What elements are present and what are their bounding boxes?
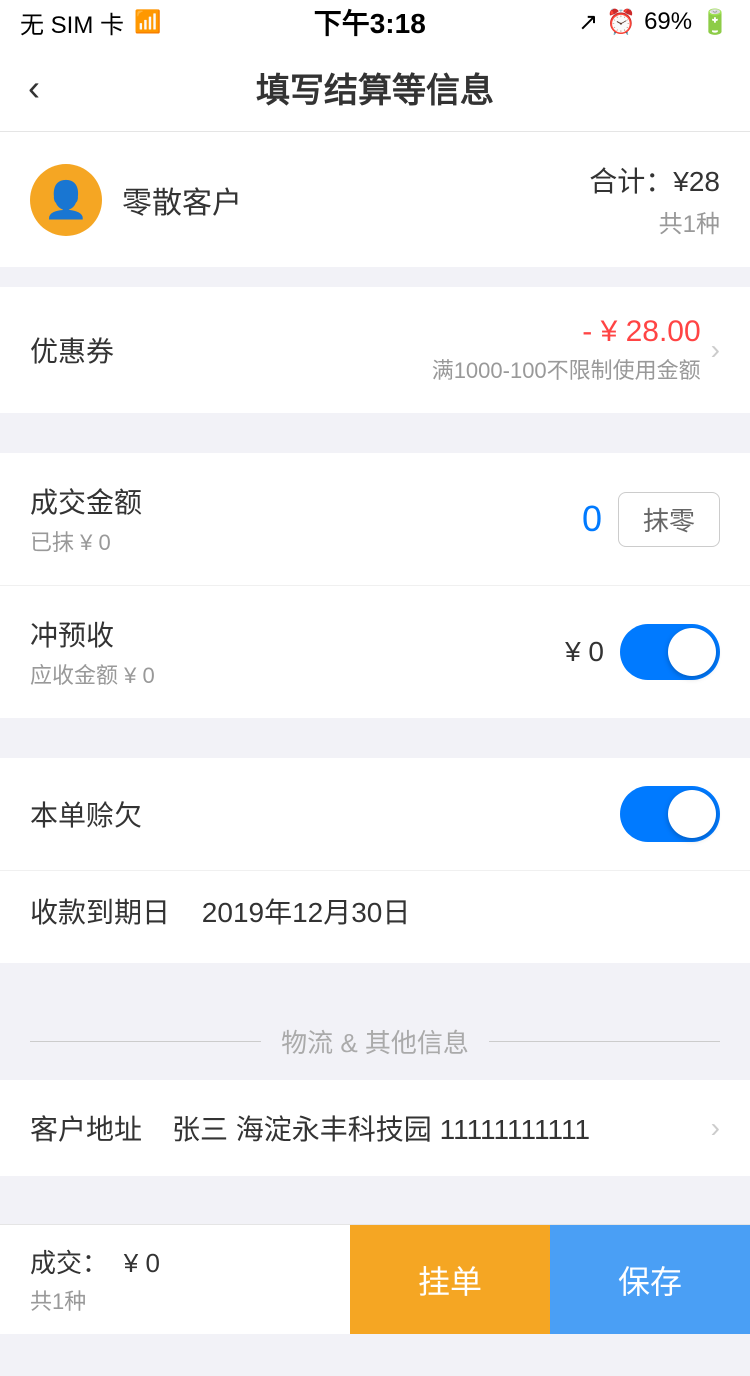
alarm-icon: ⏰ <box>606 8 636 37</box>
address-row[interactable]: 客户地址 张三 海淀永丰科技园 11111111111 › <box>0 1080 750 1176</box>
customer-count: 共1种 <box>589 204 720 239</box>
page-title: 填写结算等信息 <box>256 63 494 112</box>
chevron-right-icon: › <box>711 334 720 366</box>
round-off-button[interactable]: 抹零 <box>618 492 720 547</box>
bottom-deal-label: 成交： <box>30 1248 108 1278</box>
status-right: ↗ ⏰ 69% 🔋 <box>578 8 730 37</box>
already-rounded-label: 已抹 ¥ 0 <box>30 525 150 557</box>
carrier-label: 无 SIM 卡 <box>20 5 124 40</box>
predeposit-value: ¥ 0 <box>565 636 604 668</box>
bottom-bar: 成交： ¥ 0 共1种 挂单 保存 <box>0 1224 750 1334</box>
address-value: 张三 海淀永丰科技园 11111111111 <box>172 1108 681 1148</box>
battery-icon: 🔋 <box>700 8 730 37</box>
back-button[interactable]: ‹ <box>28 67 40 109</box>
address-chevron-icon: › <box>711 1112 720 1144</box>
bottom-deal-value: ¥ 0 <box>124 1248 160 1278</box>
avatar-icon: 👤 <box>44 179 89 221</box>
transaction-amount-label: 成交金额 <box>30 481 150 521</box>
predeposit-right: ¥ 0 <box>565 624 720 680</box>
time-label: 下午3:18 <box>314 2 426 42</box>
customer-row: 👤 零散客户 合计：¥28 共1种 <box>0 132 750 267</box>
due-date-row: 收款到期日 2019年12月30日 <box>0 870 750 963</box>
customer-total-area: 合计：¥28 共1种 <box>589 160 720 239</box>
separator-3 <box>0 983 750 1003</box>
divider-line-right <box>489 1041 720 1042</box>
divider-line-left <box>30 1041 261 1042</box>
debt-toggle[interactable] <box>620 786 720 842</box>
transaction-amount-row: 成交金额 已抹 ¥ 0 0 抹零 <box>0 453 750 586</box>
avatar: 👤 <box>30 164 102 236</box>
predeposit-label-col: 冲预收 应收金额 ¥ 0 <box>30 614 155 690</box>
predeposit-label: 冲预收 <box>30 614 155 654</box>
coupon-right: - ¥ 28.00 满1000-100不限制使用金额 › <box>432 315 720 385</box>
receivable-label: 应收金额 ¥ 0 <box>30 658 155 690</box>
address-label: 客户地址 <box>30 1108 142 1148</box>
predeposit-value-col: ¥ 0 <box>565 636 604 668</box>
bottom-info: 成交： ¥ 0 共1种 <box>0 1243 350 1316</box>
transaction-amount-value[interactable]: 0 <box>542 498 602 540</box>
status-bar: 无 SIM 卡 📶 下午3:18 ↗ ⏰ 69% 🔋 <box>0 0 750 44</box>
bottom-buttons: 挂单 保存 <box>350 1225 750 1334</box>
due-date-value: 2019年12月30日 <box>202 897 411 928</box>
bottom-count: 共1种 <box>30 1284 320 1316</box>
debt-label: 本单赊欠 <box>30 794 142 834</box>
toggle-knob <box>668 628 716 676</box>
bottom-deal-row: 成交： ¥ 0 <box>30 1243 320 1280</box>
coupon-value-col: - ¥ 28.00 满1000-100不限制使用金额 <box>432 315 701 385</box>
separator-2 <box>0 738 750 758</box>
coupon-amount: - ¥ 28.00 <box>432 315 701 349</box>
location-icon: ↗ <box>578 8 598 37</box>
nav-bar: ‹ 填写结算等信息 <box>0 44 750 132</box>
coupon-section[interactable]: 优惠券 - ¥ 28.00 满1000-100不限制使用金额 › <box>0 287 750 413</box>
debt-row: 本单赊欠 <box>0 758 750 870</box>
coupon-description: 满1000-100不限制使用金额 <box>432 353 701 385</box>
predeposit-toggle[interactable] <box>620 624 720 680</box>
customer-total: 合计：¥28 <box>589 160 720 200</box>
debt-section: 本单赊欠 收款到期日 2019年12月30日 <box>0 758 750 963</box>
transaction-amount-label-col: 成交金额 已抹 ¥ 0 <box>30 481 150 557</box>
coupon-label: 优惠券 <box>30 330 114 370</box>
separator-1 <box>0 433 750 453</box>
customer-info: 👤 零散客户 <box>30 164 242 236</box>
customer-name: 零散客户 <box>122 178 242 222</box>
save-button[interactable]: 保存 <box>550 1225 750 1334</box>
logistics-label: 物流 & 其他信息 <box>281 1023 469 1060</box>
due-date-label: 收款到期日 <box>30 897 170 928</box>
battery-label: 69% <box>644 8 692 36</box>
hold-button[interactable]: 挂单 <box>350 1225 550 1334</box>
debt-toggle-knob <box>668 790 716 838</box>
logistics-divider: 物流 & 其他信息 <box>0 1003 750 1080</box>
predeposit-row: 冲预收 应收金额 ¥ 0 ¥ 0 <box>0 586 750 718</box>
status-left: 无 SIM 卡 📶 <box>20 5 161 40</box>
wifi-icon: 📶 <box>134 9 161 35</box>
amount-input-area: 0 抹零 <box>542 492 720 547</box>
transaction-section: 成交金额 已抹 ¥ 0 0 抹零 冲预收 应收金额 ¥ 0 ¥ 0 <box>0 453 750 718</box>
